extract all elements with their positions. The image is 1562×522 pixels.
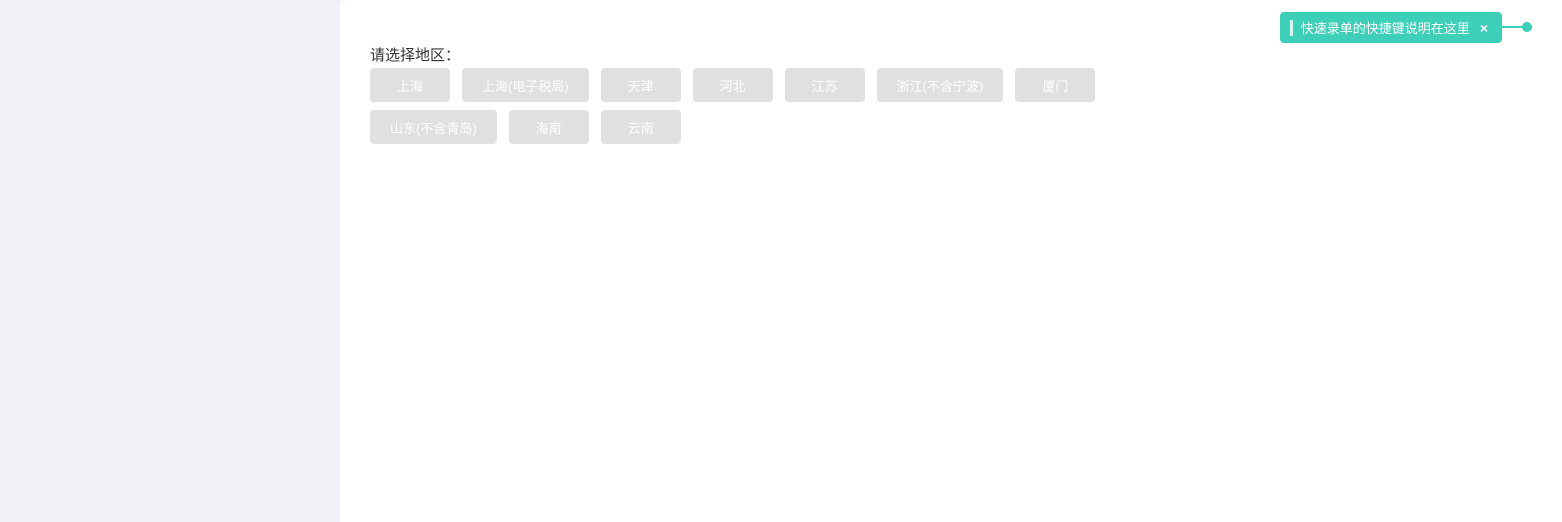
region-button-hebei[interactable]: 河北 bbox=[693, 68, 773, 102]
tooltip-bar-decoration bbox=[1290, 20, 1293, 36]
region-button-yunnan[interactable]: 云南 bbox=[601, 110, 681, 144]
region-button-shanghai-electronic[interactable]: 上海(电子税局) bbox=[462, 68, 589, 102]
region-button-hainan[interactable]: 海南 bbox=[509, 110, 589, 144]
region-button-shandong[interactable]: 山东(不含青岛) bbox=[370, 110, 497, 144]
tooltip-text: 快速录单的快捷键说明在这里 bbox=[1301, 18, 1470, 37]
region-button-jiangsu[interactable]: 江苏 bbox=[785, 68, 865, 102]
region-button-shanghai[interactable]: 上海 bbox=[370, 68, 450, 102]
tooltip-close-button[interactable]: × bbox=[1480, 20, 1488, 36]
region-buttons-row1: 上海上海(电子税局) 天津河北江苏浙江(不含宁波) 厦门 bbox=[370, 68, 1095, 102]
main-content: 请选择地区： 上海上海(电子税局) 天津河北江苏浙江(不含宁波) 厦门 山东(不含青… bbox=[340, 0, 1562, 522]
region-button-zhejiang[interactable]: 浙江(不含宁波) bbox=[877, 68, 1004, 102]
left-sidebar bbox=[0, 0, 340, 522]
page-label: 请选择地区： bbox=[370, 44, 460, 65]
region-buttons-row2: 山东(不含青岛) 海南云南 bbox=[370, 110, 681, 144]
region-button-tianjin[interactable]: 天津 bbox=[601, 68, 681, 102]
region-button-xiamen[interactable]: 厦门 bbox=[1015, 68, 1095, 102]
tooltip-connector-dot bbox=[1522, 22, 1532, 32]
tooltip-banner: 快速录单的快捷键说明在这里 × bbox=[1280, 12, 1502, 43]
